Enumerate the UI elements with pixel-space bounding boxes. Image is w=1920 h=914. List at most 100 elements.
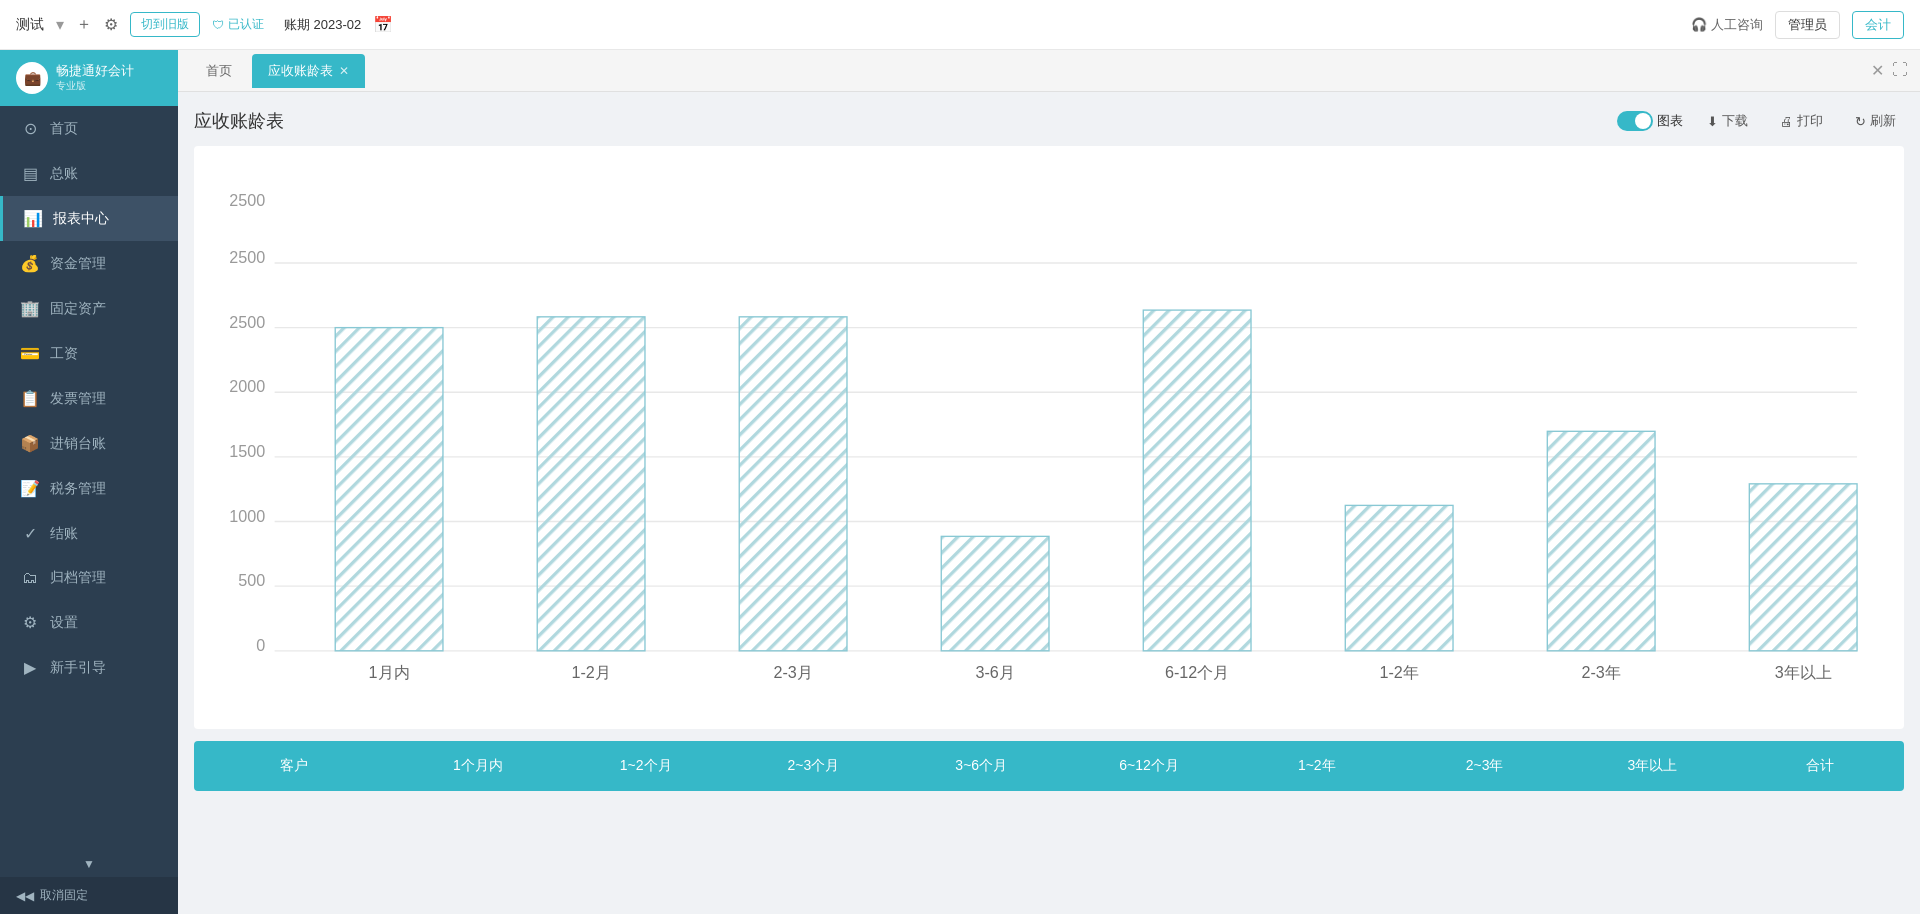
gear-icon[interactable]: ⚙ bbox=[104, 15, 118, 34]
bar-3-plus-year bbox=[1749, 484, 1857, 651]
tab-close-icon[interactable]: ✕ bbox=[339, 64, 349, 78]
table-container: 客户 1个月内 1~2个月 2~3个月 3~6个月 6~12个月 1~2年 2~… bbox=[194, 741, 1904, 791]
sidebar-item-assets[interactable]: 🏢 固定资产 bbox=[0, 286, 178, 331]
sidebar-nav: ⊙ 首页 ▤ 总账 📊 报表中心 💰 资金管理 🏢 固定资产 💳 工资 bbox=[0, 106, 178, 851]
period-label: 账期 2023-02 bbox=[284, 16, 361, 34]
sidebar-label-funds: 资金管理 bbox=[50, 255, 106, 273]
col-6-12m: 6~12个月 bbox=[1065, 741, 1233, 791]
salary-icon: 💳 bbox=[20, 344, 40, 363]
tab-aging-label: 应收账龄表 bbox=[268, 62, 333, 80]
sidebar-item-salary[interactable]: 💳 工资 bbox=[0, 331, 178, 376]
main-layout: 💼 畅捷通好会计 专业版 ⊙ 首页 ▤ 总账 📊 报表中心 💰 资金管理 bbox=[0, 50, 1920, 914]
calendar-icon[interactable]: 📅 bbox=[373, 15, 393, 34]
add-icon[interactable]: ＋ bbox=[76, 14, 92, 35]
sidebar-item-ledger[interactable]: ▤ 总账 bbox=[0, 151, 178, 196]
shield-icon: 🛡 bbox=[212, 18, 224, 32]
report-actions: 图表 ⬇ 下载 🖨 打印 ↻ 刷新 bbox=[1617, 108, 1904, 134]
refresh-icon: ↻ bbox=[1855, 114, 1866, 129]
role-button[interactable]: 会计 bbox=[1852, 11, 1904, 39]
sidebar-label-ledger: 总账 bbox=[50, 165, 78, 183]
svg-text:2-3年: 2-3年 bbox=[1581, 663, 1620, 681]
sidebar-label-assets: 固定资产 bbox=[50, 300, 106, 318]
svg-text:3年以上: 3年以上 bbox=[1775, 663, 1832, 681]
refresh-button[interactable]: ↻ 刷新 bbox=[1847, 108, 1904, 134]
svg-text:2-3月: 2-3月 bbox=[773, 663, 812, 681]
sidebar-label-purchase: 进销台账 bbox=[50, 435, 106, 453]
tab-home-label: 首页 bbox=[206, 62, 232, 80]
pin-button[interactable]: ◀◀ 取消固定 bbox=[0, 877, 178, 914]
sidebar-item-tax[interactable]: 📝 税务管理 bbox=[0, 466, 178, 511]
col-3-6m: 3~6个月 bbox=[897, 741, 1065, 791]
invoice-icon: 📋 bbox=[20, 389, 40, 408]
bar-1-2-month bbox=[537, 317, 645, 651]
chart-toggle[interactable]: 图表 bbox=[1617, 111, 1683, 131]
consult-button[interactable]: 🎧 人工咨询 bbox=[1691, 16, 1763, 34]
svg-text:6-12个月: 6-12个月 bbox=[1165, 663, 1229, 681]
headset-icon: 🎧 bbox=[1691, 17, 1707, 32]
toggle-track[interactable] bbox=[1617, 111, 1653, 131]
svg-text:2500: 2500 bbox=[229, 248, 265, 266]
close-window-icon[interactable]: ✕ bbox=[1871, 61, 1884, 80]
pin-label: 取消固定 bbox=[40, 887, 88, 904]
switch-version-button[interactable]: 切到旧版 bbox=[130, 12, 200, 37]
tab-bar: 首页 应收账龄表 ✕ ✕ ⛶ bbox=[178, 50, 1920, 92]
sidebar-item-purchase[interactable]: 📦 进销台账 bbox=[0, 421, 178, 466]
svg-text:3-6月: 3-6月 bbox=[975, 663, 1014, 681]
sidebar-item-guide[interactable]: ▶ 新手引导 bbox=[0, 645, 178, 690]
ledger-icon: ▤ bbox=[20, 164, 40, 183]
tax-icon: 📝 bbox=[20, 479, 40, 498]
sidebar-item-settings[interactable]: ⚙ 设置 bbox=[0, 600, 178, 645]
sidebar-label-salary: 工资 bbox=[50, 345, 78, 363]
sidebar-item-closing[interactable]: ✓ 结账 bbox=[0, 511, 178, 556]
col-2-3m: 2~3个月 bbox=[730, 741, 898, 791]
sidebar-scroll-down[interactable]: ▼ bbox=[0, 851, 178, 877]
sidebar-label-invoice: 发票管理 bbox=[50, 390, 106, 408]
dropdown-arrow-icon[interactable]: ▾ bbox=[56, 15, 64, 34]
sidebar-logo: 💼 畅捷通好会计 专业版 bbox=[0, 50, 178, 106]
reports-icon: 📊 bbox=[23, 209, 43, 228]
toggle-thumb bbox=[1635, 113, 1651, 129]
settings-icon: ⚙ bbox=[20, 613, 40, 632]
bar-1-month bbox=[335, 328, 443, 651]
svg-text:500: 500 bbox=[238, 571, 265, 589]
svg-text:1500: 1500 bbox=[229, 442, 265, 460]
sidebar-item-invoice[interactable]: 📋 发票管理 bbox=[0, 376, 178, 421]
sidebar-item-reports[interactable]: 📊 报表中心 bbox=[0, 196, 178, 241]
col-1-2y: 1~2年 bbox=[1233, 741, 1401, 791]
chart-container: 0 500 1000 1500 2000 2500 2500 2500 bbox=[194, 146, 1904, 729]
sidebar-label-settings: 设置 bbox=[50, 614, 78, 632]
sidebar-label-archive: 归档管理 bbox=[50, 569, 106, 587]
content-area: 首页 应收账龄表 ✕ ✕ ⛶ 应收账龄表 bbox=[178, 50, 1920, 914]
logo-icon: 💼 bbox=[16, 62, 48, 94]
svg-text:2500: 2500 bbox=[229, 313, 265, 331]
app-name: 畅捷通好会计 bbox=[56, 63, 134, 80]
col-1m: 1个月内 bbox=[394, 741, 562, 791]
sidebar-label-guide: 新手引导 bbox=[50, 659, 106, 677]
svg-text:2500: 2500 bbox=[229, 191, 265, 209]
tab-home[interactable]: 首页 bbox=[190, 54, 248, 88]
home-icon: ⊙ bbox=[20, 119, 40, 138]
col-2-3y: 2~3年 bbox=[1401, 741, 1569, 791]
bar-2-3-year bbox=[1547, 431, 1655, 651]
sidebar-item-home[interactable]: ⊙ 首页 bbox=[0, 106, 178, 151]
download-button[interactable]: ⬇ 下载 bbox=[1699, 108, 1756, 134]
bar-chart: 0 500 1000 1500 2000 2500 2500 2500 bbox=[214, 166, 1884, 705]
top-bar: 测试 ▾ ＋ ⚙ 切到旧版 🛡 已认证 账期 2023-02 📅 🎧 人工咨询 … bbox=[0, 0, 1920, 50]
closing-icon: ✓ bbox=[20, 524, 40, 543]
svg-text:2000: 2000 bbox=[229, 377, 265, 395]
sidebar: 💼 畅捷通好会计 专业版 ⊙ 首页 ▤ 总账 📊 报表中心 💰 资金管理 bbox=[0, 50, 178, 914]
archive-icon: 🗂 bbox=[20, 569, 40, 587]
print-button[interactable]: 🖨 打印 bbox=[1772, 108, 1831, 134]
download-icon: ⬇ bbox=[1707, 114, 1718, 129]
report-title: 应收账龄表 bbox=[194, 109, 284, 133]
expand-icon[interactable]: ⛶ bbox=[1892, 61, 1908, 80]
sidebar-item-archive[interactable]: 🗂 归档管理 bbox=[0, 556, 178, 600]
user-button[interactable]: 管理员 bbox=[1775, 11, 1840, 39]
bar-3-6-month bbox=[941, 536, 1049, 650]
page-content: 应收账龄表 图表 ⬇ 下载 🖨 打印 bbox=[178, 92, 1920, 914]
bar-1-2-year bbox=[1345, 505, 1453, 650]
funds-icon: 💰 bbox=[20, 254, 40, 273]
report-header: 应收账龄表 图表 ⬇ 下载 🖨 打印 bbox=[194, 108, 1904, 134]
tab-aging[interactable]: 应收账龄表 ✕ bbox=[252, 54, 365, 88]
sidebar-item-funds[interactable]: 💰 资金管理 bbox=[0, 241, 178, 286]
